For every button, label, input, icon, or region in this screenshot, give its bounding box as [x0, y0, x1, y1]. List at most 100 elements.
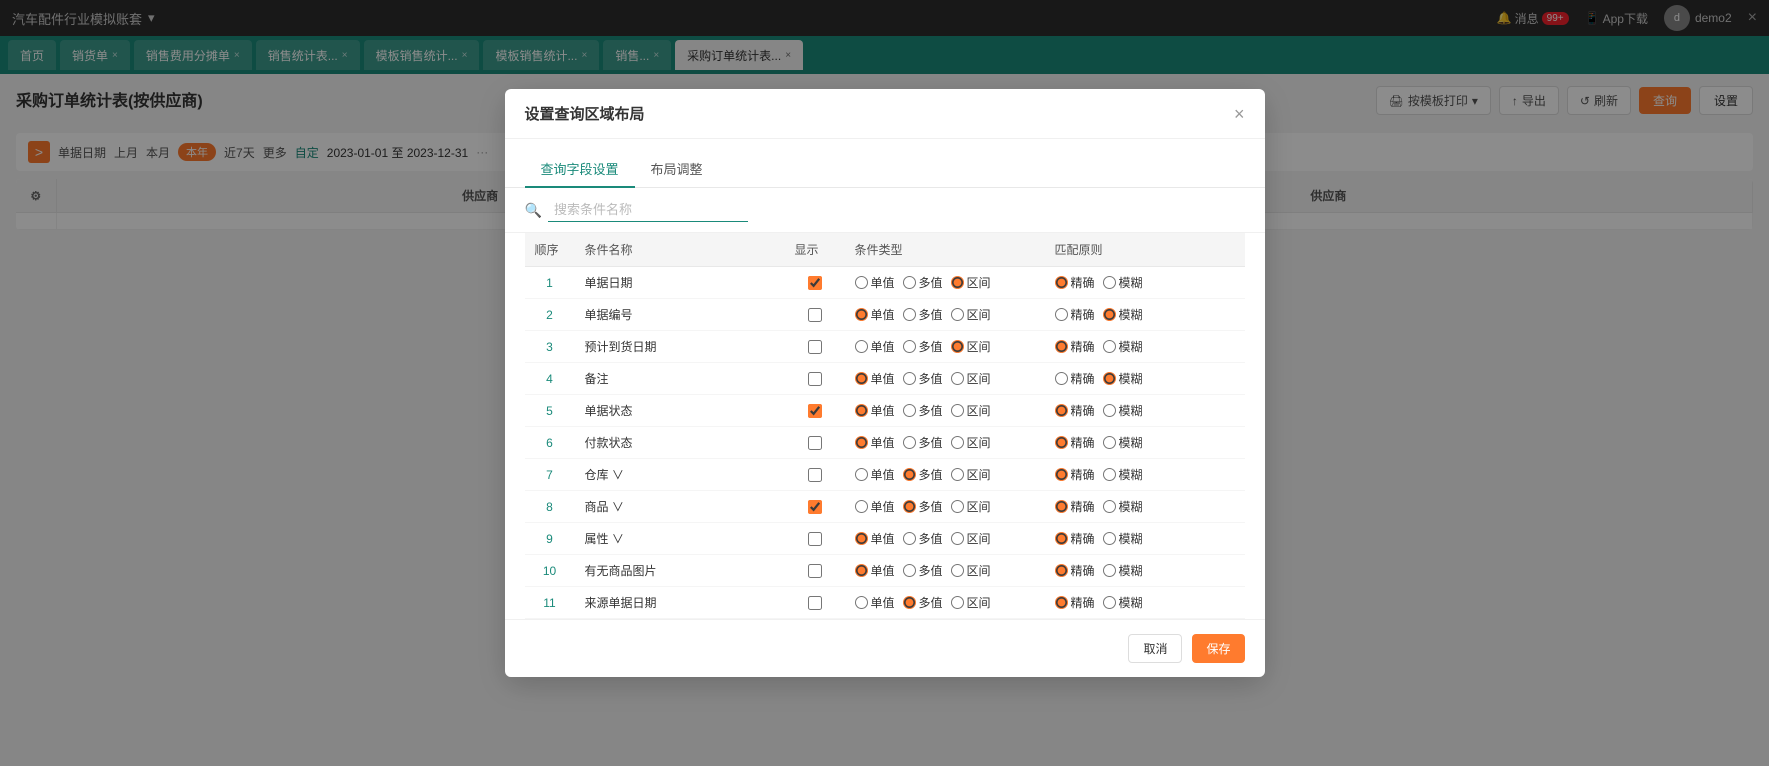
type-radio-item[interactable]: 区间 [951, 594, 991, 611]
type-radio[interactable] [855, 436, 868, 449]
type-radio[interactable] [903, 340, 916, 353]
type-radio[interactable] [951, 436, 964, 449]
type-radio-item[interactable]: 区间 [951, 434, 991, 451]
match-radio[interactable] [1055, 372, 1068, 385]
match-radio[interactable] [1055, 276, 1068, 289]
display-checkbox[interactable] [808, 564, 822, 578]
match-radio[interactable] [1103, 372, 1116, 385]
type-radio-item[interactable]: 单值 [855, 370, 895, 387]
display-checkbox[interactable] [808, 404, 822, 418]
type-radio[interactable] [855, 564, 868, 577]
match-radio[interactable] [1055, 308, 1068, 321]
match-radio[interactable] [1103, 468, 1116, 481]
display-checkbox[interactable] [808, 308, 822, 322]
type-radio-item[interactable]: 单值 [855, 498, 895, 515]
match-radio[interactable] [1103, 404, 1116, 417]
match-radio-item[interactable]: 模糊 [1103, 402, 1143, 419]
type-radio-item[interactable]: 区间 [951, 370, 991, 387]
match-radio[interactable] [1103, 340, 1116, 353]
match-radio-item[interactable]: 精确 [1055, 338, 1095, 355]
type-radio[interactable] [855, 468, 868, 481]
match-radio-item[interactable]: 模糊 [1103, 562, 1143, 579]
match-radio-item[interactable]: 精确 [1055, 498, 1095, 515]
match-radio-item[interactable]: 精确 [1055, 466, 1095, 483]
match-radio-item[interactable]: 精确 [1055, 434, 1095, 451]
type-radio-item[interactable]: 单值 [855, 594, 895, 611]
type-radio[interactable] [855, 500, 868, 513]
display-checkbox[interactable] [808, 500, 822, 514]
display-checkbox[interactable] [808, 596, 822, 610]
match-radio-item[interactable]: 模糊 [1103, 498, 1143, 515]
modal-tab-query-fields[interactable]: 查询字段设置 [525, 151, 635, 188]
save-button[interactable]: 保存 [1192, 634, 1244, 663]
match-radio-item[interactable]: 精确 [1055, 370, 1095, 387]
type-radio-item[interactable]: 区间 [951, 466, 991, 483]
modal-tab-layout[interactable]: 布局调整 [635, 151, 719, 188]
type-radio-item[interactable]: 单值 [855, 338, 895, 355]
type-radio-item[interactable]: 多值 [903, 434, 943, 451]
type-radio[interactable] [855, 276, 868, 289]
display-checkbox[interactable] [808, 436, 822, 450]
type-radio[interactable] [903, 372, 916, 385]
type-radio[interactable] [951, 500, 964, 513]
match-radio-item[interactable]: 模糊 [1103, 306, 1143, 323]
type-radio[interactable] [903, 436, 916, 449]
type-radio-item[interactable]: 多值 [903, 466, 943, 483]
match-radio-item[interactable]: 精确 [1055, 306, 1095, 323]
match-radio[interactable] [1103, 436, 1116, 449]
match-radio-item[interactable]: 模糊 [1103, 594, 1143, 611]
type-radio-item[interactable]: 区间 [951, 306, 991, 323]
type-radio[interactable] [951, 372, 964, 385]
type-radio-item[interactable]: 单值 [855, 274, 895, 291]
type-radio[interactable] [855, 532, 868, 545]
match-radio-item[interactable]: 精确 [1055, 562, 1095, 579]
type-radio-item[interactable]: 多值 [903, 402, 943, 419]
type-radio[interactable] [951, 564, 964, 577]
match-radio[interactable] [1055, 564, 1068, 577]
match-radio[interactable] [1055, 404, 1068, 417]
type-radio-item[interactable]: 区间 [951, 530, 991, 547]
type-radio[interactable] [903, 532, 916, 545]
match-radio[interactable] [1055, 436, 1068, 449]
type-radio-item[interactable]: 单值 [855, 466, 895, 483]
match-radio[interactable] [1055, 468, 1068, 481]
type-radio[interactable] [855, 308, 868, 321]
type-radio[interactable] [951, 340, 964, 353]
match-radio[interactable] [1055, 532, 1068, 545]
match-radio-item[interactable]: 精确 [1055, 274, 1095, 291]
type-radio[interactable] [903, 404, 916, 417]
type-radio[interactable] [951, 276, 964, 289]
type-radio[interactable] [903, 308, 916, 321]
match-radio[interactable] [1103, 596, 1116, 609]
type-radio-item[interactable]: 多值 [903, 498, 943, 515]
match-radio[interactable] [1103, 308, 1116, 321]
match-radio-item[interactable]: 模糊 [1103, 466, 1143, 483]
type-radio[interactable] [855, 596, 868, 609]
type-radio-item[interactable]: 多值 [903, 370, 943, 387]
type-radio[interactable] [903, 564, 916, 577]
match-radio[interactable] [1055, 596, 1068, 609]
type-radio-item[interactable]: 单值 [855, 562, 895, 579]
match-radio[interactable] [1103, 276, 1116, 289]
type-radio-item[interactable]: 区间 [951, 338, 991, 355]
type-radio-item[interactable]: 多值 [903, 338, 943, 355]
match-radio-item[interactable]: 模糊 [1103, 370, 1143, 387]
type-radio[interactable] [951, 308, 964, 321]
type-radio[interactable] [903, 500, 916, 513]
type-radio-item[interactable]: 多值 [903, 562, 943, 579]
type-radio[interactable] [951, 404, 964, 417]
type-radio[interactable] [903, 468, 916, 481]
display-checkbox[interactable] [808, 468, 822, 482]
match-radio-item[interactable]: 精确 [1055, 594, 1095, 611]
type-radio[interactable] [855, 372, 868, 385]
match-radio-item[interactable]: 模糊 [1103, 434, 1143, 451]
search-input[interactable] [548, 198, 748, 222]
type-radio-item[interactable]: 区间 [951, 274, 991, 291]
type-radio[interactable] [903, 276, 916, 289]
type-radio-item[interactable]: 多值 [903, 274, 943, 291]
match-radio-item[interactable]: 模糊 [1103, 274, 1143, 291]
match-radio-item[interactable]: 精确 [1055, 530, 1095, 547]
type-radio[interactable] [951, 532, 964, 545]
type-radio-item[interactable]: 单值 [855, 402, 895, 419]
type-radio-item[interactable]: 多值 [903, 530, 943, 547]
